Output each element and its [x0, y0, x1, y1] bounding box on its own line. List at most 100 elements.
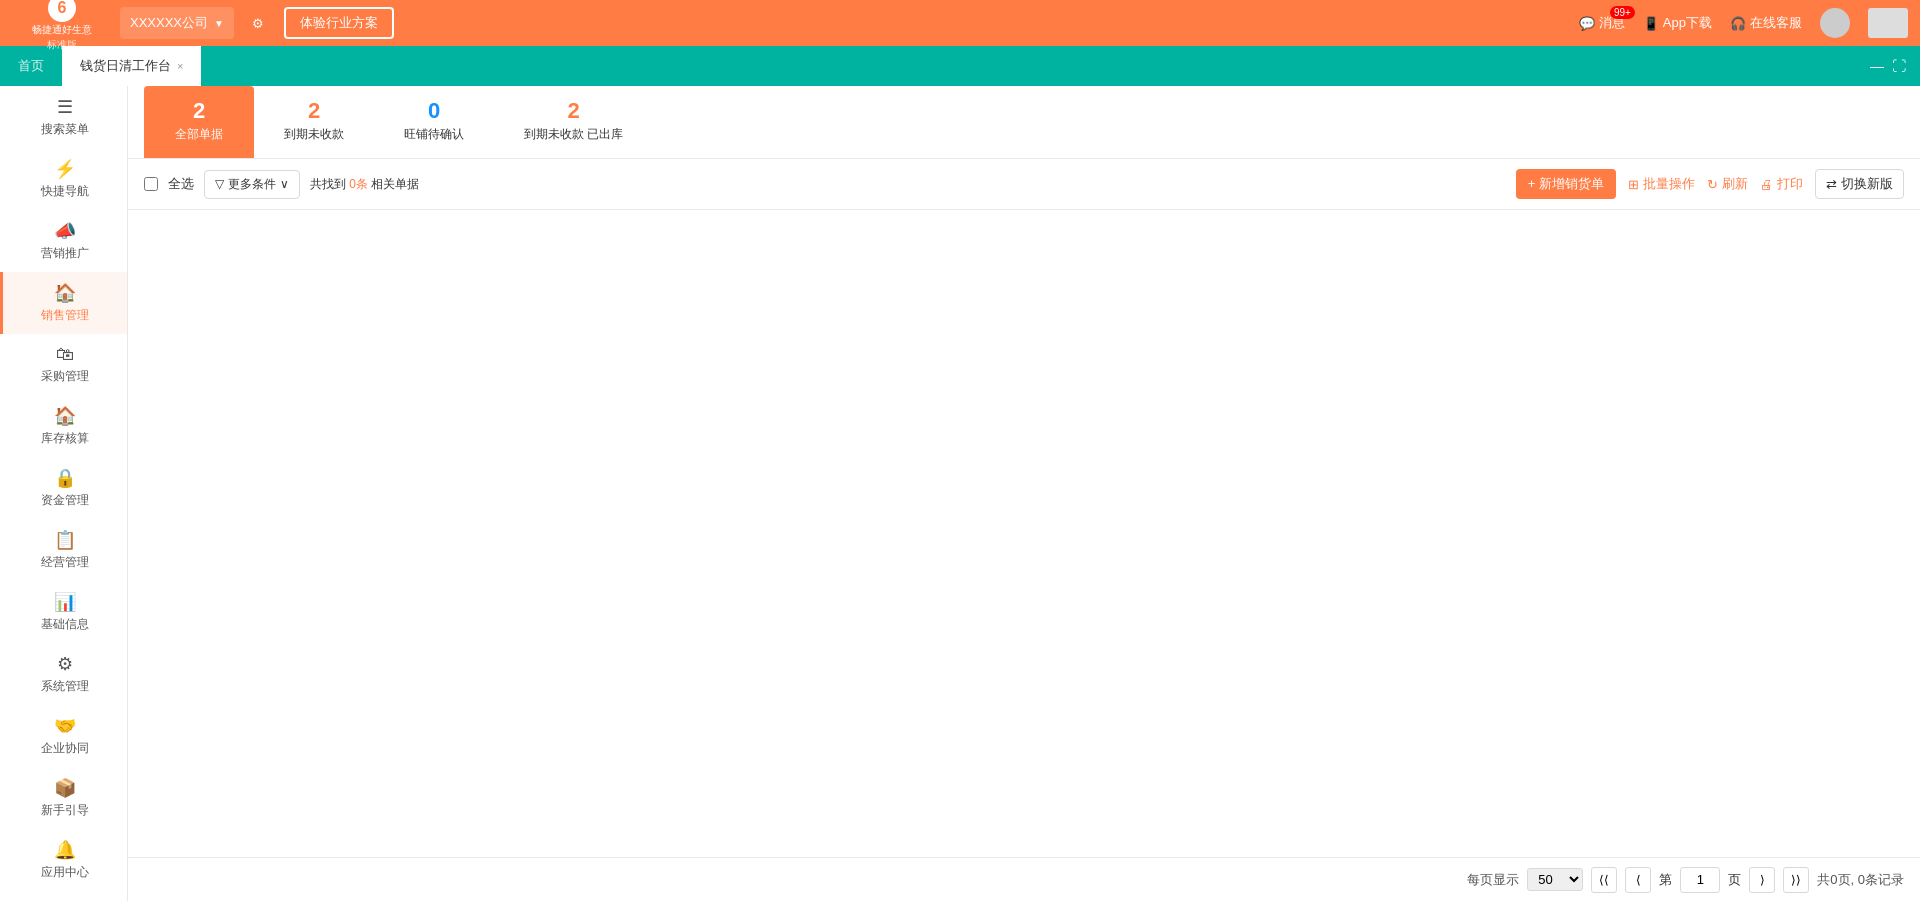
- settings-icon[interactable]: ⚙: [242, 7, 274, 39]
- next-page-button[interactable]: ⟩: [1749, 867, 1775, 893]
- header-right: 💬 消息 99+ 📱 App下载 🎧 在线客服: [1579, 8, 1908, 38]
- brand-name: 畅捷通好生意: [32, 23, 92, 37]
- total-info: 共0页, 0条记录: [1817, 871, 1904, 889]
- basic-info-icon: 📊: [54, 591, 76, 613]
- purchase-icon: 🛍: [56, 344, 74, 365]
- tab-expand-icon[interactable]: ⛶: [1888, 54, 1910, 78]
- sidebar: ☰ 搜索菜单 ⚡ 快捷导航 📣 营销推广 🏠 销售管理 🛍 采购管理 🏠 库存核…: [0, 86, 128, 901]
- company-name: XXXXXX公司: [130, 14, 208, 32]
- avatar[interactable]: [1820, 8, 1850, 38]
- system-icon: ⚙: [57, 653, 73, 675]
- wangpu-label: 旺铺待确认: [404, 126, 464, 143]
- message-badge: 99+: [1610, 6, 1635, 19]
- operations-icon: 📋: [54, 529, 76, 551]
- prev-page-button[interactable]: ⟨: [1625, 867, 1651, 893]
- sidebar-item-purchase[interactable]: 🛍 采购管理: [0, 334, 127, 395]
- top-header: 6 畅捷通好生意 标准版 XXXXXX公司 ▼ ⚙ 体验行业方案 💬 消息 99…: [0, 0, 1920, 46]
- overdue-unship-count: 2: [568, 98, 580, 124]
- sidebar-item-marketing[interactable]: 📣 营销推广: [0, 210, 127, 272]
- app-icon: 📱: [1643, 16, 1659, 31]
- online-service-label: 在线客服: [1750, 14, 1802, 32]
- message-icon: 💬: [1579, 16, 1595, 31]
- summary-tab-wangpu[interactable]: 0 旺铺待确认: [374, 86, 494, 158]
- sidebar-item-inventory[interactable]: 🏠 库存核算: [0, 395, 127, 457]
- brand-edition: 标准版: [47, 38, 77, 52]
- sidebar-item-operations[interactable]: 📋 经营管理: [0, 519, 127, 581]
- sidebar-item-enterprise[interactable]: 🤝 企业协同: [0, 705, 127, 767]
- user-name-placeholder[interactable]: [1868, 8, 1908, 38]
- sales-icon: 🏠: [54, 282, 76, 304]
- sidebar-item-basic-info[interactable]: 📊 基础信息: [0, 581, 127, 643]
- page-number-input[interactable]: [1680, 867, 1720, 893]
- summary-tab-overdue-unship[interactable]: 2 到期未收款 已出库: [494, 86, 653, 158]
- refresh-icon: ↻: [1707, 177, 1718, 192]
- message-btn[interactable]: 💬 消息 99+: [1579, 14, 1625, 32]
- switch-version-button[interactable]: ⇄ 切换新版: [1815, 169, 1904, 199]
- select-all-checkbox[interactable]: [144, 177, 158, 191]
- last-page-button[interactable]: ⟩⟩: [1783, 867, 1809, 893]
- main-layout: ☰ 搜索菜单 ⚡ 快捷导航 📣 营销推广 🏠 销售管理 🛍 采购管理 🏠 库存核…: [0, 86, 1920, 901]
- tab-close-icon[interactable]: ×: [177, 60, 183, 72]
- filter-arrow-icon: ∨: [280, 177, 289, 191]
- nav-tabs-end: — ⛶: [1866, 54, 1920, 78]
- sidebar-item-quick-nav[interactable]: ⚡ 快捷导航: [0, 148, 127, 210]
- batch-icon: ⊞: [1628, 177, 1639, 192]
- app-download-label: App下载: [1663, 14, 1712, 32]
- enterprise-icon: 🤝: [54, 715, 76, 737]
- all-label: 全部单据: [175, 126, 223, 143]
- chevron-down-icon: ▼: [214, 18, 224, 29]
- wangpu-count: 0: [428, 98, 440, 124]
- quick-nav-icon: ⚡: [54, 158, 76, 180]
- finance-icon: 🔒: [54, 467, 76, 489]
- filter-button[interactable]: ▽ 更多条件 ∨: [204, 170, 300, 199]
- print-button[interactable]: 🖨 打印: [1760, 175, 1803, 193]
- new-sales-order-button[interactable]: + 新增销货单: [1516, 169, 1616, 199]
- logo-icon: 6: [48, 0, 76, 22]
- batch-operation-button[interactable]: ⊞ 批量操作: [1628, 175, 1695, 193]
- tab-active[interactable]: 钱货日清工作台 ×: [62, 46, 201, 86]
- content-area: 2 全部单据 2 到期未收款 0 旺铺待确认 2 到期未收款 已出库 全选: [128, 86, 1920, 901]
- sidebar-item-finance[interactable]: 🔒 资金管理: [0, 457, 127, 519]
- sidebar-item-wechat[interactable]: 💬 企业微信: [0, 891, 127, 901]
- switch-icon: ⇄: [1826, 177, 1837, 192]
- sidebar-item-sales[interactable]: 🏠 销售管理: [0, 272, 127, 334]
- per-page-select[interactable]: 50 100 200: [1527, 868, 1583, 891]
- app-center-icon: 🔔: [54, 839, 76, 861]
- app-download-btn[interactable]: 📱 App下载: [1643, 14, 1712, 32]
- tab-home[interactable]: 首页: [0, 46, 62, 86]
- brand-logo: 6 畅捷通好生意 标准版: [12, 0, 112, 52]
- inventory-icon: 🏠: [54, 405, 76, 427]
- sidebar-item-guide[interactable]: 📦 新手引导: [0, 767, 127, 829]
- sidebar-item-app-center[interactable]: 🔔 应用中心: [0, 829, 127, 891]
- guide-icon: 📦: [54, 777, 76, 799]
- select-all-label: 全选: [168, 175, 194, 193]
- print-icon: 🖨: [1760, 177, 1773, 192]
- overdue-unpaid-label: 到期未收款: [284, 126, 344, 143]
- online-service-btn[interactable]: 🎧 在线客服: [1730, 14, 1802, 32]
- filter-label: 更多条件: [228, 176, 276, 193]
- marketing-icon: 📣: [54, 220, 76, 242]
- service-icon: 🎧: [1730, 16, 1746, 31]
- company-selector[interactable]: XXXXXX公司 ▼: [120, 7, 234, 39]
- first-page-button[interactable]: ⟨⟨: [1591, 867, 1617, 893]
- page-suffix: 页: [1728, 871, 1741, 889]
- refresh-button[interactable]: ↻ 刷新: [1707, 175, 1748, 193]
- sidebar-item-search-menu[interactable]: ☰ 搜索菜单: [0, 86, 127, 148]
- toolbar: 全选 ▽ 更多条件 ∨ 共找到 0条 相关单据 + 新增销货单 ⊞ 批量操作: [128, 159, 1920, 210]
- table-area: [128, 210, 1920, 857]
- pagination-bar: 每页显示 50 100 200 ⟨⟨ ⟨ 第 页 ⟩ ⟩⟩ 共0页, 0条记录: [128, 857, 1920, 901]
- all-count: 2: [193, 98, 205, 124]
- sidebar-item-system[interactable]: ⚙ 系统管理: [0, 643, 127, 705]
- toolbar-right: + 新增销货单 ⊞ 批量操作 ↻ 刷新 🖨 打印 ⇄ 切换新版: [1516, 169, 1904, 199]
- result-text: 共找到 0条 相关单据: [310, 176, 419, 193]
- search-menu-icon: ☰: [57, 96, 73, 118]
- overdue-unship-label: 到期未收款 已出库: [524, 126, 623, 143]
- trial-button[interactable]: 体验行业方案: [284, 7, 394, 39]
- filter-icon: ▽: [215, 177, 224, 191]
- result-count: 0条: [349, 177, 368, 191]
- toolbar-left: 全选 ▽ 更多条件 ∨ 共找到 0条 相关单据: [144, 170, 419, 199]
- page-label: 第: [1659, 871, 1672, 889]
- tab-minimize-icon[interactable]: —: [1866, 54, 1888, 78]
- summary-tab-all[interactable]: 2 全部单据: [144, 86, 254, 158]
- summary-tab-overdue-unpaid[interactable]: 2 到期未收款: [254, 86, 374, 158]
